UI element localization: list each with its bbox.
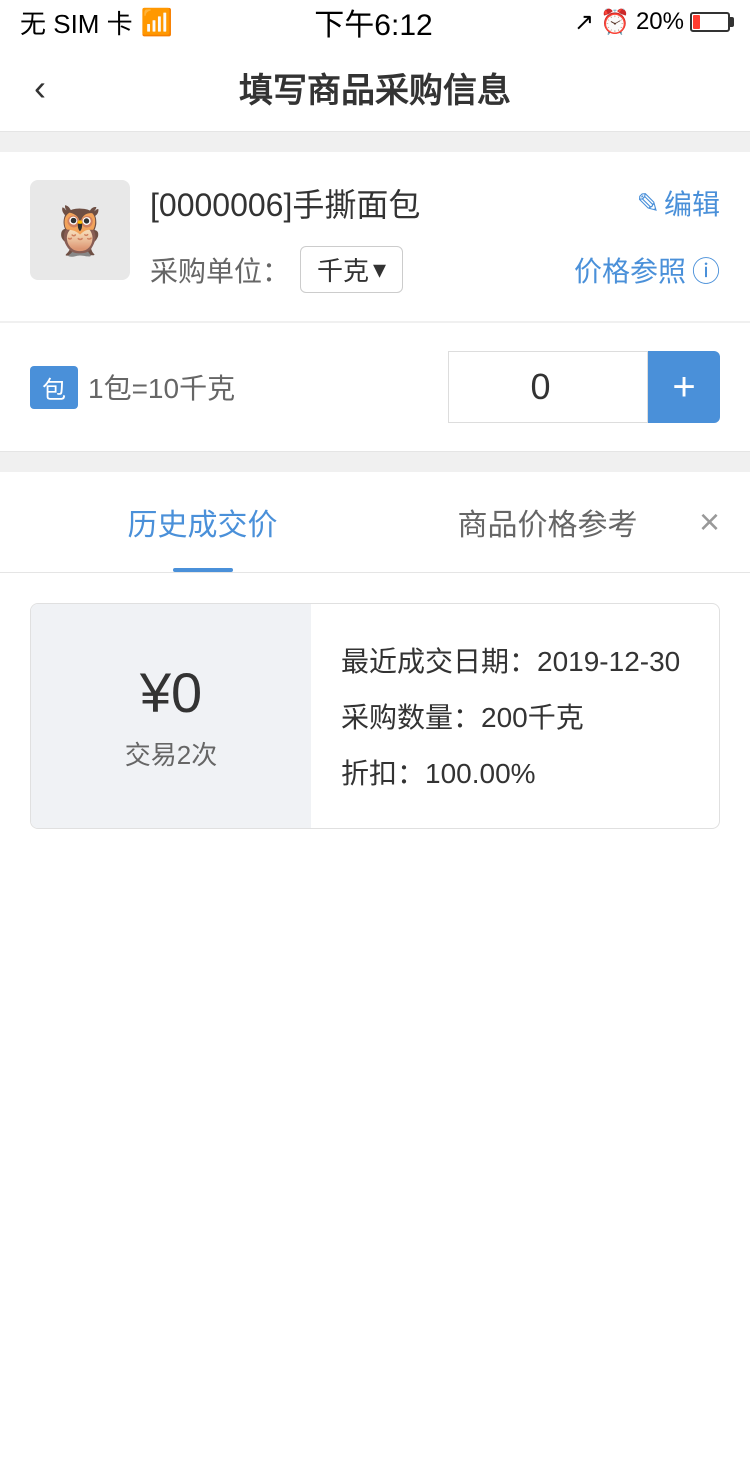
price-reference-button[interactable]: 价格参照 ⓘ — [574, 250, 720, 290]
unit-value: 千克 — [317, 251, 369, 288]
unit-label-group: 采购单位： 千克 ▾ — [150, 246, 403, 293]
history-card-left: ¥0 交易2次 — [31, 604, 311, 828]
history-card-right: 最近成交日期：2019-12-30 采购数量：200千克 折扣：100.00% — [311, 604, 719, 828]
history-trades: 交易2次 — [125, 735, 217, 772]
quantity-plus-button[interactable]: + — [648, 351, 720, 423]
product-id: [0000006] — [150, 187, 292, 223]
tab-history-price[interactable]: 历史成交价 — [30, 472, 375, 572]
tab-header: 历史成交价 商品价格参考 × — [0, 472, 750, 573]
help-icon: ⓘ — [692, 250, 720, 290]
tab-section: 历史成交价 商品价格参考 × ¥0 交易2次 最近成交日期：2019-12-30… — [0, 472, 750, 859]
price-symbol: ¥ — [140, 661, 171, 724]
history-card: ¥0 交易2次 最近成交日期：2019-12-30 采购数量：200千克 折扣：… — [30, 603, 720, 829]
edit-icon: ✎ — [637, 187, 660, 220]
product-image: 🦉 — [30, 180, 130, 280]
location-icon: ↗ — [574, 8, 594, 37]
price-value: 0 — [171, 661, 202, 724]
carrier-text: 无 SIM 卡 — [20, 4, 133, 41]
product-header: 🦉 [0000006]手撕面包 ✎ 编辑 采购单位： 千克 ▾ — [30, 180, 720, 293]
product-unit-row: 采购单位： 千克 ▾ 价格参照 ⓘ — [150, 246, 720, 293]
product-title-row: [0000006]手撕面包 ✎ 编辑 — [150, 180, 720, 226]
purchase-qty-row: 采购数量：200千克 — [341, 696, 689, 736]
purchase-qty-label: 采购数量： — [341, 702, 481, 733]
quantity-section: 包 1包=10千克 + — [0, 323, 750, 452]
discount-value: 100.00% — [425, 758, 536, 789]
edit-button[interactable]: ✎ 编辑 — [637, 183, 720, 223]
product-full-name: 手撕面包 — [292, 187, 420, 223]
discount-row: 折扣：100.00% — [341, 752, 689, 792]
pkg-ratio: 1包=10千克 — [88, 367, 235, 407]
status-carrier: 无 SIM 卡 📶 — [20, 4, 173, 41]
battery-percent: 20% — [636, 8, 684, 36]
nav-bar: ‹ 填写商品采购信息 — [0, 44, 750, 132]
chevron-down-icon: ▾ — [373, 254, 386, 285]
status-time: 下午6:12 — [314, 0, 432, 44]
quantity-input[interactable] — [448, 351, 648, 423]
recent-date-value: 2019-12-30 — [537, 646, 680, 677]
edit-label: 编辑 — [664, 183, 720, 223]
product-card: 🦉 [0000006]手撕面包 ✎ 编辑 采购单位： 千克 ▾ — [0, 152, 750, 321]
bottom-space — [0, 859, 750, 1459]
battery-icon — [690, 12, 730, 32]
tab-reference-label: 商品价格参考 — [458, 509, 638, 542]
discount-label: 折扣： — [341, 758, 425, 789]
status-right: ↗ ⏰ 20% — [574, 8, 730, 37]
product-info: [0000006]手撕面包 ✎ 编辑 采购单位： 千克 ▾ 价格参照 ⓘ — [150, 180, 720, 293]
unit-label: 采购单位： — [150, 250, 290, 290]
product-name: [0000006]手撕面包 — [150, 180, 420, 226]
pkg-badge: 包 — [30, 366, 78, 409]
history-content: ¥0 交易2次 最近成交日期：2019-12-30 采购数量：200千克 折扣：… — [0, 573, 750, 859]
unit-select[interactable]: 千克 ▾ — [300, 246, 403, 293]
recent-date-label: 最近成交日期： — [341, 646, 537, 677]
wifi-icon: 📶 — [141, 7, 173, 38]
status-bar: 无 SIM 卡 📶 下午6:12 ↗ ⏰ 20% — [0, 0, 750, 44]
purchase-qty-value: 200千克 — [481, 702, 584, 733]
quantity-input-group: + — [448, 351, 720, 423]
quantity-label-group: 包 1包=10千克 — [30, 366, 235, 409]
tab-close-button[interactable]: × — [689, 491, 730, 553]
page-title: 填写商品采购信息 — [239, 63, 511, 112]
tab-price-reference[interactable]: 商品价格参考 — [375, 472, 720, 572]
price-ref-label: 价格参照 — [574, 250, 686, 290]
history-price: ¥0 — [140, 660, 202, 725]
alarm-icon: ⏰ — [600, 8, 630, 37]
back-button[interactable]: ‹ — [24, 57, 56, 119]
product-thumbnail-icon: 🦉 — [50, 202, 110, 259]
tab-history-label: 历史成交价 — [128, 509, 278, 542]
recent-date-row: 最近成交日期：2019-12-30 — [341, 640, 689, 680]
